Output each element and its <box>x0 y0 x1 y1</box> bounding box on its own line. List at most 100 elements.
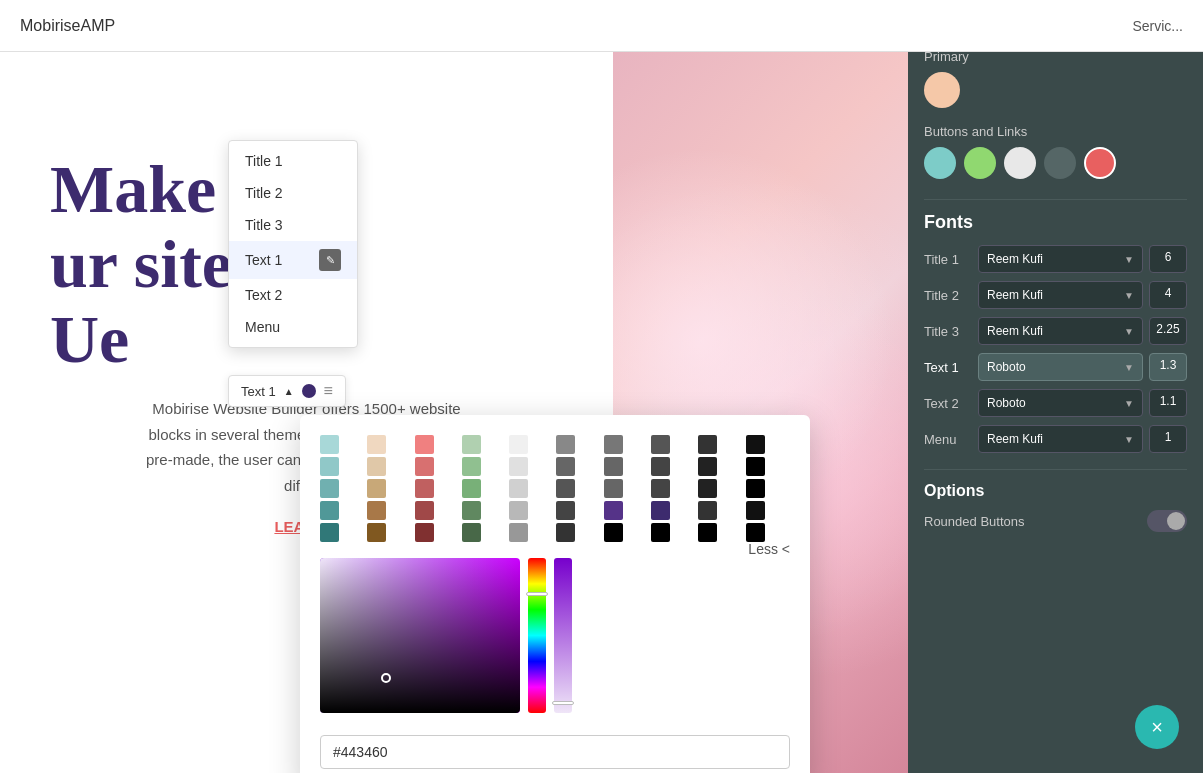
swatch[interactable] <box>651 479 670 498</box>
swatch[interactable] <box>651 435 670 454</box>
color-circle-dark[interactable] <box>1044 147 1076 179</box>
swatch[interactable] <box>415 479 434 498</box>
color-circles-row <box>924 147 1187 179</box>
font-size-text2[interactable]: 1.1 <box>1149 389 1187 417</box>
swatch[interactable] <box>509 457 528 476</box>
swatch[interactable] <box>604 457 623 476</box>
swatch[interactable] <box>746 479 765 498</box>
nav-item[interactable]: Servic... <box>1132 18 1183 34</box>
swatch[interactable] <box>604 435 623 454</box>
swatch[interactable] <box>698 479 717 498</box>
font-select-title1[interactable]: Reem Kufi ▼ <box>978 245 1143 273</box>
swatch[interactable] <box>746 435 765 454</box>
buttons-links-label: Buttons and Links <box>924 124 1187 139</box>
swatch[interactable] <box>367 457 386 476</box>
swatch[interactable] <box>320 523 339 542</box>
gradient-cursor[interactable] <box>381 673 391 683</box>
selection-caret: ▲ <box>284 386 294 397</box>
swatch[interactable] <box>509 435 528 454</box>
font-row-title1: Title 1 Reem Kufi ▼ 6 <box>924 245 1187 273</box>
swatch[interactable] <box>746 523 765 542</box>
swatch[interactable] <box>651 523 670 542</box>
swatch[interactable] <box>320 457 339 476</box>
font-select-title2[interactable]: Reem Kufi ▼ <box>978 281 1143 309</box>
font-size-title3[interactable]: 2.25 <box>1149 317 1187 345</box>
swatch[interactable] <box>415 435 434 454</box>
swatch[interactable] <box>509 523 528 542</box>
color-circle-green[interactable] <box>964 147 996 179</box>
swatch[interactable] <box>746 457 765 476</box>
swatch[interactable] <box>462 457 481 476</box>
right-panel: Colors Primary Buttons and Links Fonts T… <box>908 0 1203 773</box>
swatch[interactable] <box>698 435 717 454</box>
swatch[interactable] <box>462 523 481 542</box>
color-circle-white[interactable] <box>1004 147 1036 179</box>
hero-title-line2: ur site <box>50 226 232 302</box>
font-select-text2[interactable]: Roboto ▼ <box>978 389 1143 417</box>
swatch[interactable] <box>556 501 575 520</box>
hex-input[interactable] <box>320 735 790 769</box>
color-dot[interactable] <box>302 384 316 398</box>
swatch[interactable] <box>367 435 386 454</box>
swatch[interactable] <box>604 479 623 498</box>
swatch[interactable] <box>509 479 528 498</box>
swatch[interactable] <box>698 457 717 476</box>
swatch[interactable] <box>320 435 339 454</box>
dropdown-item-text1[interactable]: Text 1 ✎ <box>229 241 357 279</box>
swatch[interactable] <box>320 501 339 520</box>
divider2 <box>924 469 1187 470</box>
alpha-thumb[interactable] <box>552 701 574 705</box>
swatch[interactable] <box>320 479 339 498</box>
less-button[interactable]: Less < <box>748 541 790 721</box>
swatch[interactable] <box>367 523 386 542</box>
color-circle-red[interactable] <box>1084 147 1116 179</box>
dropdown-item-title1[interactable]: Title 1 <box>229 145 357 177</box>
hue-bar[interactable] <box>528 558 546 713</box>
swatch[interactable] <box>509 501 528 520</box>
swatch[interactable] <box>604 501 623 520</box>
font-size-title1[interactable]: 6 <box>1149 245 1187 273</box>
hue-thumb[interactable] <box>526 592 548 596</box>
edit-icon[interactable]: ✎ <box>319 249 341 271</box>
gradient-picker[interactable] <box>320 558 520 713</box>
primary-color-circle[interactable] <box>924 72 960 108</box>
swatch[interactable] <box>556 435 575 454</box>
swatch[interactable] <box>698 523 717 542</box>
color-circle-teal[interactable] <box>924 147 956 179</box>
swatch[interactable] <box>462 479 481 498</box>
swatch[interactable] <box>746 501 765 520</box>
swatch[interactable] <box>556 479 575 498</box>
swatch[interactable] <box>556 523 575 542</box>
swatch[interactable] <box>651 457 670 476</box>
swatch[interactable] <box>415 501 434 520</box>
close-button[interactable]: × <box>1135 705 1179 749</box>
dropdown-item-title2[interactable]: Title 2 <box>229 177 357 209</box>
swatch[interactable] <box>367 501 386 520</box>
swatch[interactable] <box>415 457 434 476</box>
font-label-text2: Text 2 <box>924 396 972 411</box>
chevron-down-icon: ▼ <box>1124 398 1134 409</box>
font-size-menu[interactable]: 1 <box>1149 425 1187 453</box>
swatch[interactable] <box>367 479 386 498</box>
font-size-text1[interactable]: 1.3 <box>1149 353 1187 381</box>
selection-bar[interactable]: Text 1 ▲ ≡ <box>228 375 346 407</box>
swatch[interactable] <box>651 501 670 520</box>
swatch[interactable] <box>415 523 434 542</box>
swatch[interactable] <box>698 501 717 520</box>
dropdown-item-menu[interactable]: Menu <box>229 311 357 343</box>
font-size-title2[interactable]: 4 <box>1149 281 1187 309</box>
rounded-buttons-toggle[interactable] <box>1147 510 1187 532</box>
lines-icon[interactable]: ≡ <box>324 382 333 400</box>
alpha-bar[interactable] <box>554 558 572 713</box>
font-select-menu[interactable]: Reem Kufi ▼ <box>978 425 1143 453</box>
swatch[interactable] <box>462 501 481 520</box>
font-label-text1: Text 1 <box>924 360 972 375</box>
font-select-title3[interactable]: Reem Kufi ▼ <box>978 317 1143 345</box>
dropdown-item-title3[interactable]: Title 3 <box>229 209 357 241</box>
font-select-text1[interactable]: Roboto ▼ <box>978 353 1143 381</box>
swatch[interactable] <box>462 435 481 454</box>
swatch[interactable] <box>556 457 575 476</box>
hero-title-line3: U <box>50 301 99 377</box>
dropdown-item-text2[interactable]: Text 2 <box>229 279 357 311</box>
swatch[interactable] <box>604 523 623 542</box>
